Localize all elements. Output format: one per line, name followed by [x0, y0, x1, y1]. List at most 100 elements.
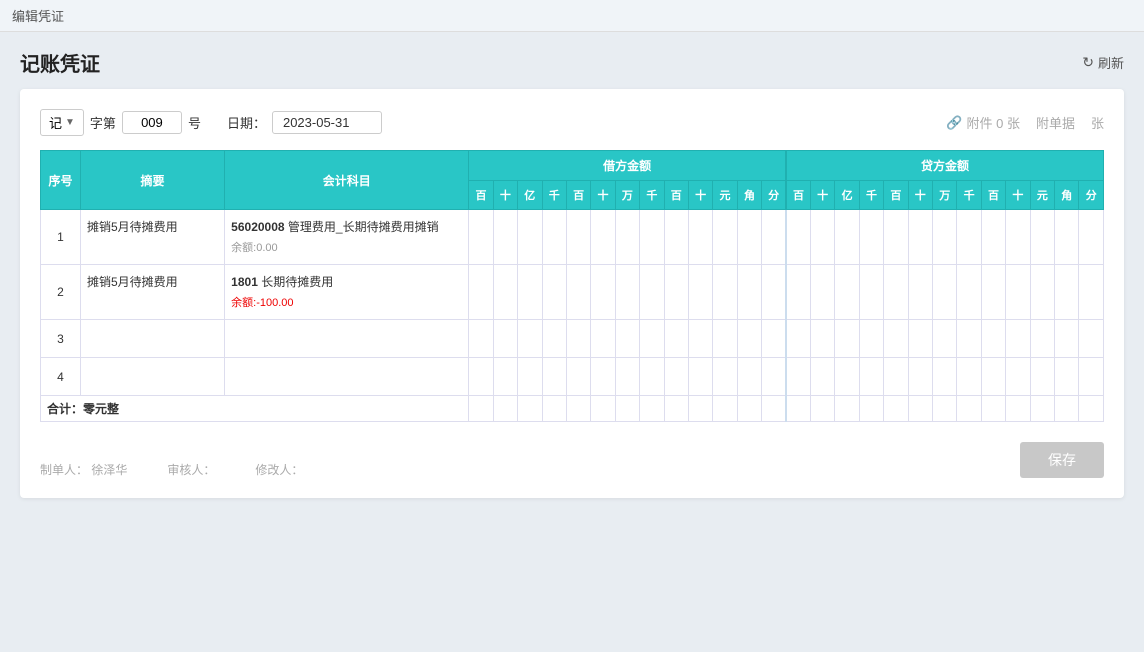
row-2-credit-d4[interactable] [859, 265, 883, 320]
row-2-credit-d9[interactable] [981, 265, 1005, 320]
refresh-button[interactable]: ↻ 刷新 [1082, 53, 1124, 72]
row-1-summary[interactable]: 摊销5月待摊费用 [80, 210, 224, 265]
row-1-credit-d1[interactable] [786, 210, 810, 265]
row-4-debit-d4[interactable] [542, 358, 566, 396]
row-1-debit-d10[interactable] [688, 210, 712, 265]
row-1-credit-d12[interactable] [1055, 210, 1079, 265]
row-3-credit-d8[interactable] [957, 320, 981, 358]
row-3-debit-d4[interactable] [542, 320, 566, 358]
row-4-credit-d4[interactable] [859, 358, 883, 396]
row-2-debit-d2[interactable] [493, 265, 517, 320]
row-2-debit-d4[interactable] [542, 265, 566, 320]
row-2-credit-d13[interactable] [1079, 265, 1104, 320]
row-4-credit-d6[interactable] [908, 358, 932, 396]
row-1-debit-d6[interactable] [591, 210, 615, 265]
table-row[interactable]: 4 [41, 358, 1104, 396]
row-2-credit-d6[interactable] [908, 265, 932, 320]
row-3-summary[interactable] [80, 320, 224, 358]
row-4-credit-d10[interactable] [1006, 358, 1030, 396]
row-2-summary[interactable]: 摊销5月待摊费用 [80, 265, 224, 320]
voucher-number-input[interactable] [122, 111, 182, 134]
row-2-debit-d6[interactable] [591, 265, 615, 320]
row-2-debit-d12[interactable] [737, 265, 761, 320]
row-3-debit-d1[interactable] [469, 320, 493, 358]
row-3-credit-d9[interactable] [981, 320, 1005, 358]
row-1-credit-d4[interactable] [859, 210, 883, 265]
table-row[interactable]: 1摊销5月待摊费用56020008 管理费用_长期待摊费用摊销 余额:0.00 [41, 210, 1104, 265]
row-1-debit-d2[interactable] [493, 210, 517, 265]
row-2-debit-d3[interactable] [518, 265, 542, 320]
row-3-credit-d6[interactable] [908, 320, 932, 358]
row-3-credit-d11[interactable] [1030, 320, 1054, 358]
row-3-credit-d12[interactable] [1055, 320, 1079, 358]
row-3-debit-d9[interactable] [664, 320, 688, 358]
row-1-debit-d9[interactable] [664, 210, 688, 265]
row-4-credit-d3[interactable] [835, 358, 859, 396]
row-3-debit-d5[interactable] [566, 320, 590, 358]
row-1-credit-d6[interactable] [908, 210, 932, 265]
row-3-credit-d13[interactable] [1079, 320, 1104, 358]
row-1-debit-d7[interactable] [615, 210, 639, 265]
row-2-account[interactable]: 1801 长期待摊费用 余额:-100.00 [225, 265, 469, 320]
voucher-type-button[interactable]: 记 ▼ [40, 109, 84, 136]
row-1-credit-d10[interactable] [1006, 210, 1030, 265]
row-3-debit-d2[interactable] [493, 320, 517, 358]
row-4-debit-d11[interactable] [713, 358, 737, 396]
row-3-account[interactable] [225, 320, 469, 358]
row-2-credit-d12[interactable] [1055, 265, 1079, 320]
row-3-credit-d2[interactable] [810, 320, 834, 358]
row-4-debit-d2[interactable] [493, 358, 517, 396]
row-1-credit-d8[interactable] [957, 210, 981, 265]
row-2-debit-d1[interactable] [469, 265, 493, 320]
row-4-debit-d1[interactable] [469, 358, 493, 396]
row-4-credit-d13[interactable] [1079, 358, 1104, 396]
row-4-debit-d6[interactable] [591, 358, 615, 396]
row-1-debit-d3[interactable] [518, 210, 542, 265]
row-1-debit-d12[interactable] [737, 210, 761, 265]
row-3-debit-d12[interactable] [737, 320, 761, 358]
row-4-credit-d12[interactable] [1055, 358, 1079, 396]
row-4-credit-d9[interactable] [981, 358, 1005, 396]
row-4-credit-d8[interactable] [957, 358, 981, 396]
row-3-debit-d13[interactable] [762, 320, 786, 358]
row-1-debit-d5[interactable] [566, 210, 590, 265]
row-4-summary[interactable] [80, 358, 224, 396]
row-2-credit-d2[interactable] [810, 265, 834, 320]
row-4-debit-d9[interactable] [664, 358, 688, 396]
row-3-credit-d4[interactable] [859, 320, 883, 358]
row-3-credit-d1[interactable] [786, 320, 810, 358]
row-1-credit-d7[interactable] [933, 210, 957, 265]
row-2-credit-d10[interactable] [1006, 265, 1030, 320]
row-2-debit-d11[interactable] [713, 265, 737, 320]
row-1-account[interactable]: 56020008 管理费用_长期待摊费用摊销 余额:0.00 [225, 210, 469, 265]
row-3-credit-d7[interactable] [933, 320, 957, 358]
row-4-credit-d7[interactable] [933, 358, 957, 396]
row-2-credit-d7[interactable] [933, 265, 957, 320]
attach-button[interactable]: 🔗 附件 0 张 [946, 113, 1020, 132]
row-1-credit-d3[interactable] [835, 210, 859, 265]
row-2-credit-d1[interactable] [786, 265, 810, 320]
row-4-credit-d11[interactable] [1030, 358, 1054, 396]
row-4-debit-d7[interactable] [615, 358, 639, 396]
row-3-credit-d10[interactable] [1006, 320, 1030, 358]
row-1-credit-d2[interactable] [810, 210, 834, 265]
row-4-debit-d3[interactable] [518, 358, 542, 396]
row-4-credit-d1[interactable] [786, 358, 810, 396]
save-button[interactable]: 保存 [1020, 442, 1104, 478]
row-4-debit-d10[interactable] [688, 358, 712, 396]
single-doc-button[interactable]: 附单据 [1036, 113, 1075, 132]
row-2-credit-d8[interactable] [957, 265, 981, 320]
row-1-debit-d11[interactable] [713, 210, 737, 265]
row-2-credit-d5[interactable] [884, 265, 908, 320]
row-2-debit-d5[interactable] [566, 265, 590, 320]
row-4-account[interactable] [225, 358, 469, 396]
row-1-debit-d8[interactable] [640, 210, 664, 265]
table-row[interactable]: 3 [41, 320, 1104, 358]
date-input[interactable] [272, 111, 382, 134]
row-2-debit-d13[interactable] [762, 265, 786, 320]
row-4-credit-d5[interactable] [884, 358, 908, 396]
row-4-debit-d8[interactable] [640, 358, 664, 396]
row-1-debit-d4[interactable] [542, 210, 566, 265]
row-2-credit-d11[interactable] [1030, 265, 1054, 320]
row-2-debit-d10[interactable] [688, 265, 712, 320]
